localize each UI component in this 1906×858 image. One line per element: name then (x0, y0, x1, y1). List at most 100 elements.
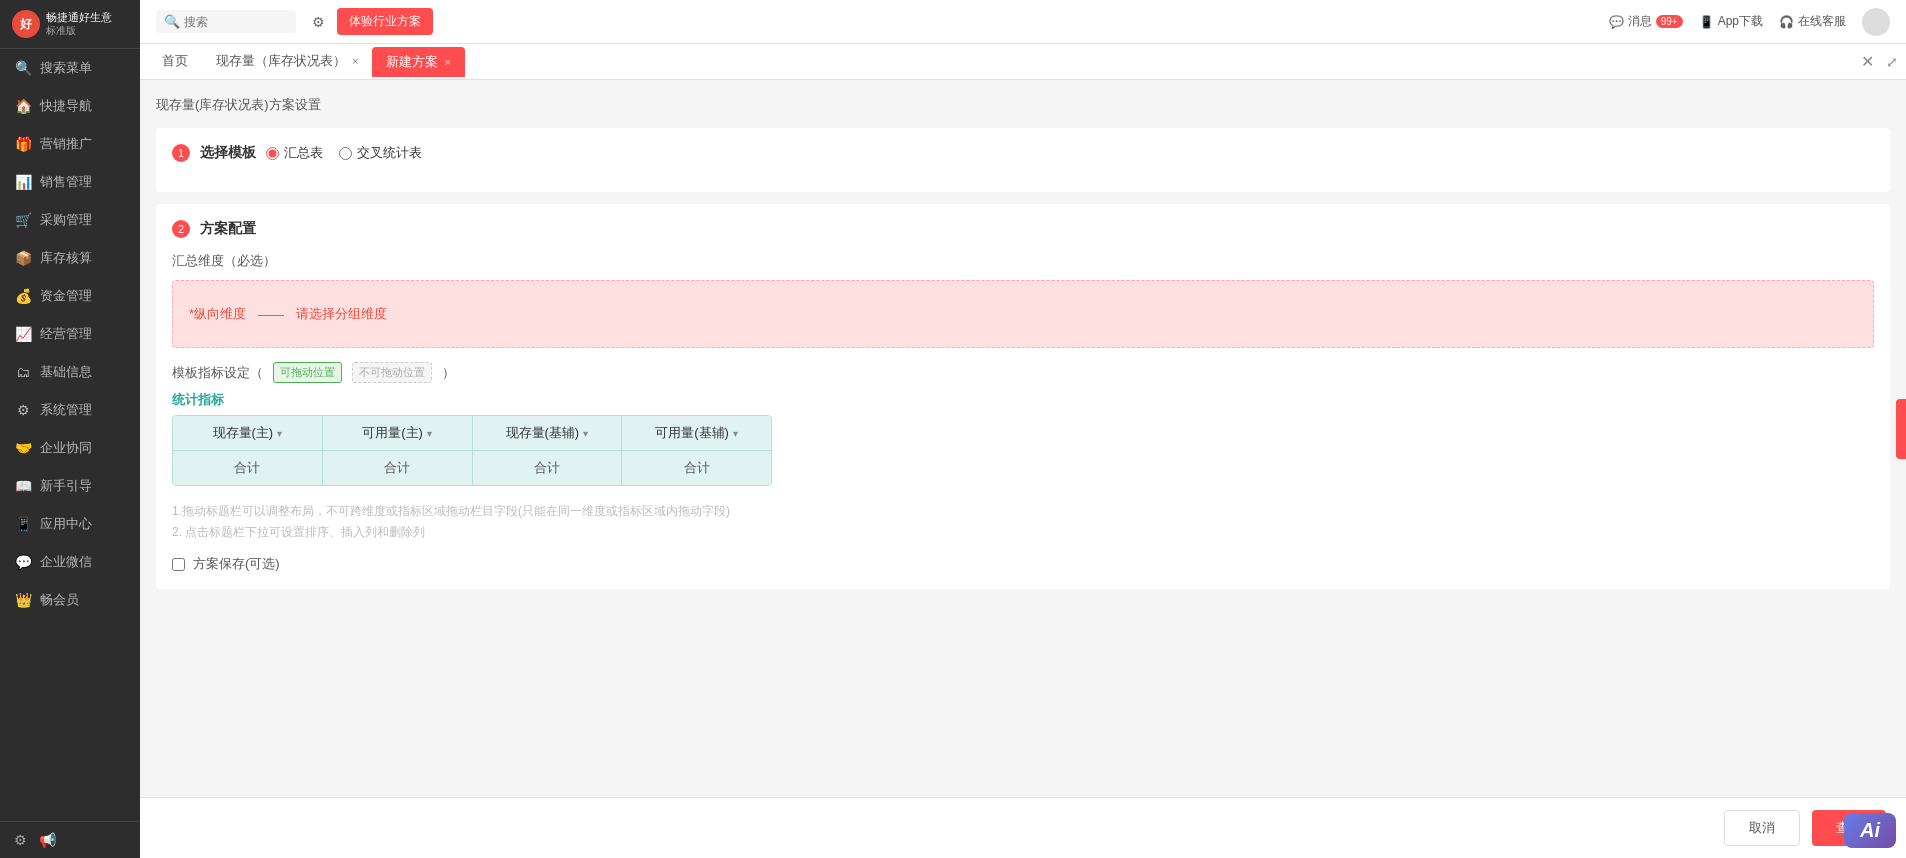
tab-inventory[interactable]: 现存量（库存状况表） × (202, 46, 372, 78)
topbar-search-box[interactable]: 🔍 (156, 10, 296, 33)
money-icon: 💰 (14, 288, 32, 304)
save-label: 方案保存(可选) (193, 555, 280, 573)
radio-summary[interactable]: 汇总表 (266, 144, 323, 162)
sidebar-item-label: 营销推广 (40, 135, 92, 153)
home-icon: 🏠 (14, 98, 32, 114)
online-service-button[interactable]: 🎧 在线客服 (1779, 13, 1846, 30)
sidebar-item-inventory[interactable]: 📦 库存核算 (0, 239, 140, 277)
tab-new-plan-close[interactable]: × (444, 56, 450, 68)
mobile-icon: 📱 (14, 516, 32, 532)
content-area: 现存量(库存状况表)方案设置 1 选择模板 汇总表 交叉统计表 (140, 80, 1906, 797)
tab-close-icon[interactable]: ✕ (1861, 52, 1874, 71)
radio-cross-label: 交叉统计表 (357, 144, 422, 162)
dimension-area[interactable]: *纵向维度 —— 请选择分组维度 (172, 280, 1874, 348)
footer: 取消 查询 (140, 797, 1906, 858)
sidebar-item-guide[interactable]: 📖 新手引导 (0, 467, 140, 505)
sidebar-nav: 🔍 搜索菜单 🏠 快捷导航 🎁 营销推广 📊 销售管理 🛒 采购管理 📦 库存核… (0, 49, 140, 821)
message-button[interactable]: 💬 消息 99+ (1609, 13, 1683, 30)
sidebar-item-label: 快捷导航 (40, 97, 92, 115)
template-radio-group: 汇总表 交叉统计表 (266, 144, 422, 162)
dimension-label: 汇总维度（必选） (172, 252, 1874, 270)
tab-new-plan[interactable]: 新建方案 × (372, 47, 464, 77)
sidebar-item-basicinfo[interactable]: 🗂 基础信息 (0, 353, 140, 391)
step1-header: 1 选择模板 汇总表 交叉统计表 (172, 144, 1874, 162)
message-badge: 99+ (1656, 15, 1683, 28)
save-checkbox[interactable] (172, 558, 185, 571)
sidebar-item-cooperation[interactable]: 🤝 企业协同 (0, 429, 140, 467)
tab-home[interactable]: 首页 (148, 46, 202, 78)
sidebar-item-finance[interactable]: 💰 资金管理 (0, 277, 140, 315)
logo-icon: 好 (12, 10, 40, 38)
chevron-down-icon-1: ▾ (427, 428, 432, 439)
step2-section: 2 方案配置 汇总维度（必选） *纵向维度 —— 请选择分组维度 模板指标设定（… (156, 204, 1890, 589)
book-icon: 📖 (14, 478, 32, 494)
step1-title: 选择模板 (200, 144, 256, 162)
sidebar-item-search[interactable]: 🔍 搜索菜单 (0, 49, 140, 87)
radio-summary-input[interactable] (266, 147, 279, 160)
required-star: *纵向维度 (189, 305, 246, 323)
tab-new-plan-label: 新建方案 (386, 53, 438, 71)
sidebar-item-member[interactable]: 👑 畅会员 (0, 581, 140, 619)
stat-table-label: 统计指标 (172, 391, 1874, 409)
sidebar-item-system[interactable]: ⚙ 系统管理 (0, 391, 140, 429)
sidebar-item-quicknav[interactable]: 🏠 快捷导航 (0, 87, 140, 125)
settings-icon[interactable]: ⚙ (14, 832, 27, 848)
settings-gear-icon[interactable]: ⚙ (312, 14, 325, 30)
sidebar-item-label: 企业微信 (40, 553, 92, 571)
topbar-right: 💬 消息 99+ 📱 App下载 🎧 在线客服 (1609, 8, 1890, 36)
folder-icon: 🗂 (14, 364, 32, 380)
tip1: 1.拖动标题栏可以调整布局，不可跨维度或指标区域拖动栏目字段(只能在同一维度或指… (172, 503, 1874, 520)
search-input[interactable] (184, 15, 284, 29)
stat-col-header-0[interactable]: 现存量(主) ▾ (173, 416, 322, 451)
sidebar-item-label: 系统管理 (40, 401, 92, 419)
step2-badge: 2 (172, 220, 190, 238)
main-area: 🔍 ⚙ 体验行业方案 💬 消息 99+ 📱 App下载 🎧 在线客服 首页 (140, 0, 1906, 858)
search-icon: 🔍 (164, 14, 180, 29)
chevron-down-icon-0: ▾ (277, 428, 282, 439)
stat-col-header-label-3: 可用量(基辅) (655, 424, 729, 442)
step2-header: 2 方案配置 (172, 220, 1874, 238)
stat-col-header-3[interactable]: 可用量(基辅) ▾ (622, 416, 771, 451)
tab-home-label: 首页 (162, 52, 188, 70)
headset-icon: 🎧 (1779, 15, 1794, 29)
step1-section: 1 选择模板 汇总表 交叉统计表 (156, 128, 1890, 192)
sidebar-item-purchase[interactable]: 🛒 采购管理 (0, 201, 140, 239)
indicator-config: 模板指标设定（ 可拖动位置 不可拖动位置 ） 统计指标 现存量(主) ▾ (172, 362, 1874, 541)
stat-col-1: 可用量(主) ▾ 合计 (323, 416, 473, 485)
cancel-button[interactable]: 取消 (1724, 810, 1800, 846)
app-download-label: App下载 (1718, 13, 1763, 30)
right-scroll-handle[interactable] (1896, 399, 1906, 459)
tab-inventory-label: 现存量（库存状况表） (216, 52, 346, 70)
dimension-title: 汇总维度（必选） (172, 253, 276, 268)
step2-title: 方案配置 (200, 220, 256, 238)
cart-icon: 🛒 (14, 212, 32, 228)
sidebar-logo: 好 畅捷通好生意 标准版 (0, 0, 140, 49)
sidebar-item-label: 应用中心 (40, 515, 92, 533)
radio-cross-input[interactable] (339, 147, 352, 160)
expand-icon[interactable]: ⤢ (1886, 54, 1898, 70)
sidebar-item-marketing[interactable]: 🎁 营销推广 (0, 125, 140, 163)
stat-col-0: 现存量(主) ▾ 合计 (173, 416, 323, 485)
stat-col-header-label-1: 可用量(主) (362, 424, 423, 442)
speaker-icon[interactable]: 📢 (39, 832, 56, 848)
stat-table: 现存量(主) ▾ 合计 可用量(主) ▾ 合计 (172, 415, 772, 486)
sidebar-item-label: 企业协同 (40, 439, 92, 457)
sidebar-item-wechat[interactable]: 💬 企业微信 (0, 543, 140, 581)
radio-cross[interactable]: 交叉统计表 (339, 144, 422, 162)
stat-col-cell-2: 合计 (473, 451, 622, 485)
message-label: 消息 (1628, 13, 1652, 30)
trial-button[interactable]: 体验行业方案 (337, 8, 433, 35)
sidebar-item-operation[interactable]: 📈 经营管理 (0, 315, 140, 353)
sidebar-item-sales[interactable]: 📊 销售管理 (0, 163, 140, 201)
dimension-dash: —— (258, 307, 284, 322)
app-download-button[interactable]: 📱 App下载 (1699, 13, 1763, 30)
sidebar-item-appcenter[interactable]: 📱 应用中心 (0, 505, 140, 543)
ai-badge[interactable]: Ai (1844, 813, 1896, 848)
tab-inventory-close[interactable]: × (352, 55, 358, 67)
message-icon: 💬 (1609, 15, 1624, 29)
stat-col-header-1[interactable]: 可用量(主) ▾ (323, 416, 472, 451)
stat-col-cell-3: 合计 (622, 451, 771, 485)
stat-col-header-2[interactable]: 现存量(基辅) ▾ (473, 416, 622, 451)
sidebar-item-label: 畅会员 (40, 591, 79, 609)
user-avatar[interactable] (1862, 8, 1890, 36)
